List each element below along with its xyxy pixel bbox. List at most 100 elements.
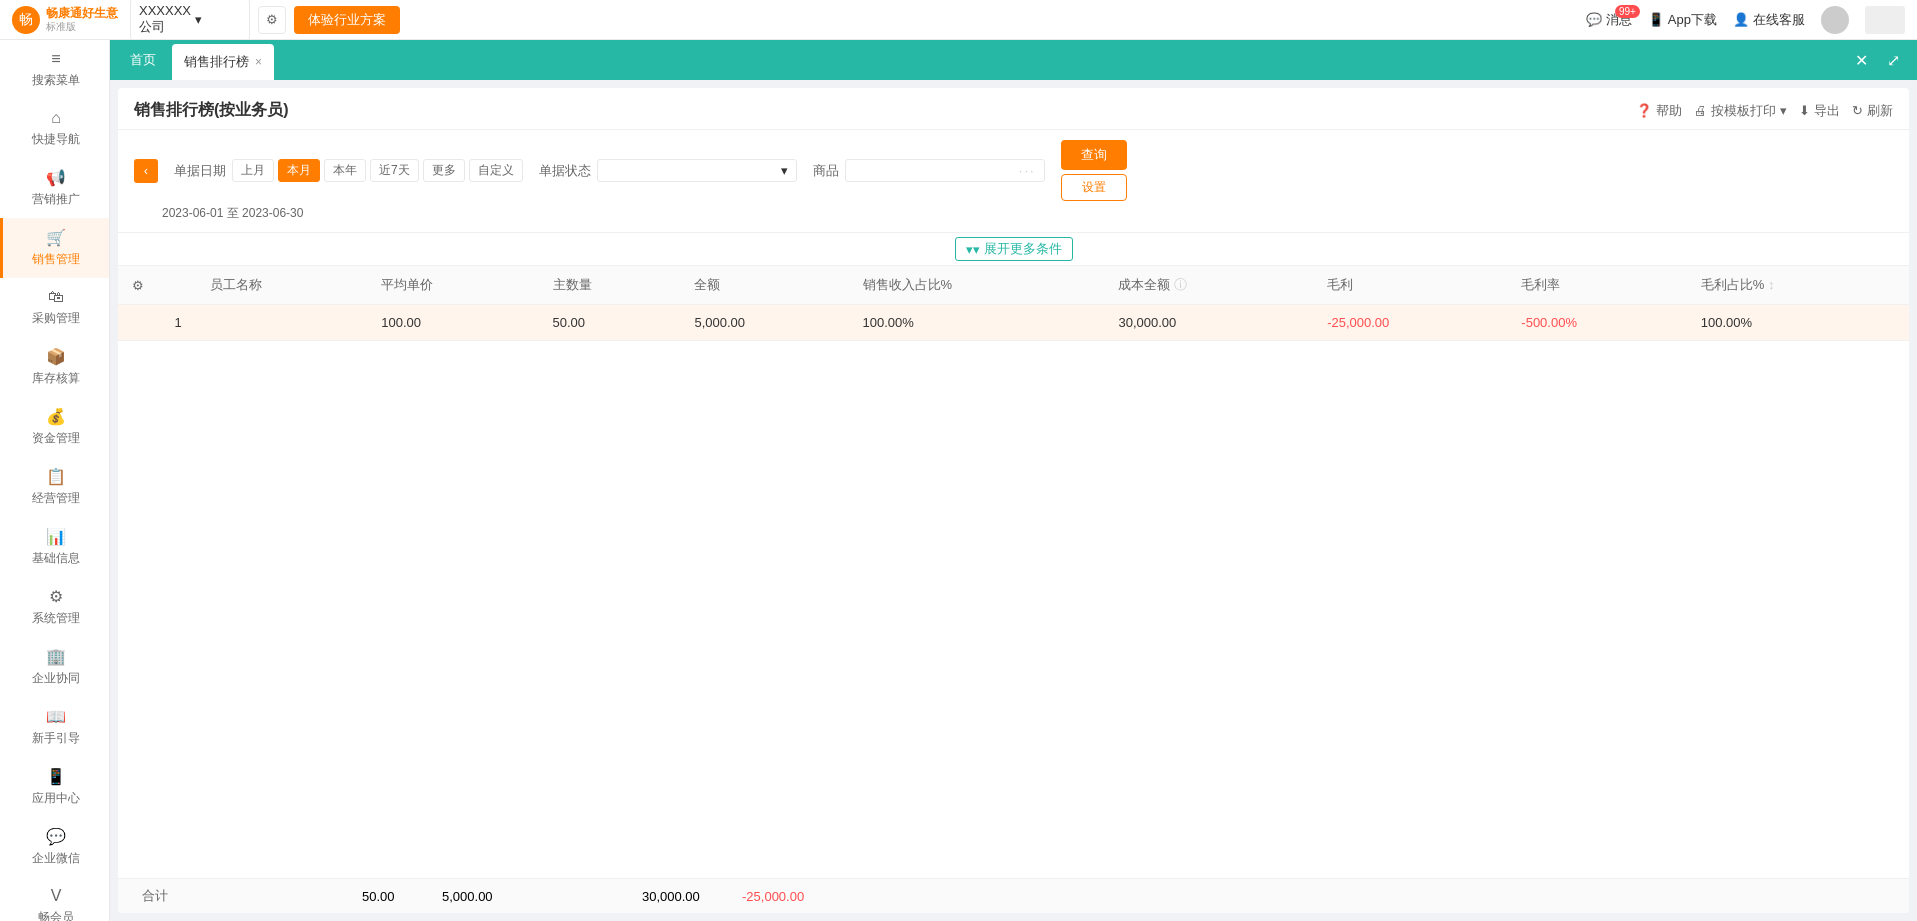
tab-bar-right: ✕ ⤢ [1849, 48, 1913, 72]
sidebar-label: 销售管理 [32, 251, 80, 268]
online-service-button[interactable]: 👤 在线客服 [1733, 11, 1805, 29]
sidebar-item-sales[interactable]: 🛒 销售管理 [0, 218, 109, 278]
message-button[interactable]: 💬 消息 99+ [1586, 11, 1632, 29]
logo-icon: 畅 [12, 6, 40, 34]
filter-collapse-button[interactable]: ‹ [134, 159, 158, 183]
app-center-icon: 📱 [46, 767, 66, 786]
date-custom-button[interactable]: 自定义 [469, 159, 523, 182]
tab-active[interactable]: 销售排行榜 × [172, 44, 274, 80]
sidebar-item-app-center[interactable]: 📱 应用中心 [0, 757, 109, 817]
logo: 畅 畅康通好生意 标准版 [12, 6, 122, 34]
table-body: 1100.0050.005,000.00100.00%30,000.00-25,… [118, 305, 1909, 341]
date-last-7-days-button[interactable]: 近7天 [370, 159, 419, 182]
col-cost: 成本全额 ⓘ [1106, 266, 1315, 305]
tab-active-label: 销售排行榜 [184, 53, 249, 71]
basic-info-icon: 📊 [46, 527, 66, 546]
date-this-year-button[interactable]: 本年 [324, 159, 366, 182]
date-this-month-button[interactable]: 本月 [278, 159, 320, 182]
gear-icon: ⚙ [266, 12, 278, 27]
table-wrap: ⚙ 员工名称 平均单价 主数量 全额 销售收入占比% 成本全额 ⓘ 毛利 [118, 266, 1909, 878]
sidebar-label: 快捷导航 [32, 131, 80, 148]
date-range-display: 2023-06-01 至 2023-06-30 [134, 201, 1893, 222]
sidebar-item-search-order[interactable]: ≡ 搜索菜单 [0, 40, 109, 99]
cell-rank: 1 [158, 305, 198, 341]
footer-total-label: 合计 [130, 887, 350, 905]
sidebar-item-inventory[interactable]: 📦 库存核算 [0, 337, 109, 397]
export-icon: ⬇ [1799, 103, 1810, 118]
col-settings[interactable]: ⚙ [118, 266, 158, 305]
sidebar-label: 企业协同 [32, 670, 80, 687]
date-last-month-button[interactable]: 上月 [232, 159, 274, 182]
goods-input[interactable]: ··· [845, 159, 1045, 182]
sidebar-label: 基础信息 [32, 550, 80, 567]
footer-total: 5,000.00 [430, 889, 530, 904]
page-title: 销售排行榜(按业务员) [134, 100, 289, 121]
date-more-button[interactable]: 更多 [423, 159, 465, 182]
cell-gross-pct: 100.00% [1689, 305, 1909, 341]
sidebar-item-finance[interactable]: 💰 资金管理 [0, 397, 109, 457]
table-row: 1100.0050.005,000.00100.00%30,000.00-25,… [118, 305, 1909, 341]
app-download-button[interactable]: 📱 App下载 [1648, 11, 1717, 29]
trial-button[interactable]: 体验行业方案 [294, 6, 400, 34]
goods-filter-item: 商品 ··· [813, 159, 1045, 182]
export-button[interactable]: ⬇ 导出 [1799, 102, 1840, 120]
tab-home[interactable]: 首页 [114, 40, 172, 80]
sidebar-item-wechat[interactable]: 💬 企业微信 [0, 817, 109, 877]
refresh-label: 刷新 [1867, 102, 1893, 120]
company-selector[interactable]: XXXXXX公司 [130, 0, 250, 41]
sidebar-label: 采购管理 [32, 310, 80, 327]
cell-total: 5,000.00 [682, 305, 850, 341]
page-content: 销售排行榜(按业务员) ❓ 帮助 🖨 按模板打印 ⬇ 导出 [118, 88, 1909, 913]
cell-name [198, 305, 369, 341]
filter-settings-button[interactable]: 设置 [1061, 174, 1127, 201]
sidebar-item-enterprise[interactable]: 🏢 企业协同 [0, 637, 109, 697]
settings-button[interactable]: ⚙ [258, 6, 286, 34]
footer-qty: 50.00 [350, 889, 430, 904]
refresh-button[interactable]: ↻ 刷新 [1852, 102, 1893, 120]
sales-icon: 🛒 [46, 228, 66, 247]
gross-pct-info-icon[interactable]: ↕ [1768, 277, 1775, 292]
top-bar: 畅 畅康通好生意 标准版 XXXXXX公司 ⚙ 体验行业方案 💬 消息 99+ … [0, 0, 1917, 40]
page-actions: ❓ 帮助 🖨 按模板打印 ⬇ 导出 ↻ 刷新 [1636, 102, 1893, 120]
cell-cost: 30,000.00 [1106, 305, 1315, 341]
expand-more-section: ▾ 展开更多条件 [118, 233, 1909, 266]
sidebar-label: 系统管理 [32, 610, 80, 627]
sales-table: ⚙ 员工名称 平均单价 主数量 全额 销售收入占比% 成本全额 ⓘ 毛利 [118, 266, 1909, 341]
sidebar-label: 应用中心 [32, 790, 80, 807]
sidebar-item-member[interactable]: V 畅会员 [0, 877, 109, 921]
status-select[interactable] [597, 159, 797, 182]
footer-gross: -25,000.00 [730, 889, 830, 904]
home-icon: ⌂ [51, 109, 61, 127]
help-label: 帮助 [1656, 102, 1682, 120]
col-gross: 毛利 [1315, 266, 1509, 305]
col-qty: 主数量 [541, 266, 683, 305]
close-window-button[interactable]: ✕ [1849, 48, 1873, 72]
date-filter-label: 单据日期 [174, 162, 226, 180]
more-icon[interactable]: ··· [1019, 163, 1036, 178]
sidebar-label: 库存核算 [32, 370, 80, 387]
cost-info-icon[interactable]: ⓘ [1174, 277, 1187, 292]
sidebar-item-system[interactable]: ⚙ 系统管理 [0, 577, 109, 637]
sidebar-item-operations[interactable]: 📋 经营管理 [0, 457, 109, 517]
service-label: 在线客服 [1753, 11, 1805, 29]
tab-close-button[interactable]: × [255, 55, 262, 69]
sidebar-item-basic-info[interactable]: 📊 基础信息 [0, 517, 109, 577]
sidebar-item-quick-nav[interactable]: ⌂ 快捷导航 [0, 99, 109, 158]
maximize-button[interactable]: ⤢ [1881, 48, 1905, 72]
sidebar-item-purchase[interactable]: 🛍 采购管理 [0, 278, 109, 337]
query-button[interactable]: 查询 [1061, 140, 1127, 170]
help-button[interactable]: ❓ 帮助 [1636, 102, 1682, 120]
sidebar-label: 畅会员 [38, 909, 74, 921]
avatar[interactable] [1821, 6, 1849, 34]
sidebar-item-marketing[interactable]: 📢 营销推广 [0, 158, 109, 218]
sidebar-item-guide[interactable]: 📖 新手引导 [0, 697, 109, 757]
expand-more-button[interactable]: ▾ 展开更多条件 [955, 237, 1073, 261]
finance-icon: 💰 [46, 407, 66, 426]
cell-gross-rate: -500.00% [1509, 305, 1688, 341]
col-gross-rate: 毛利率 [1509, 266, 1688, 305]
logo-text: 畅康通好生意 标准版 [46, 6, 118, 32]
app-label: App下载 [1668, 11, 1717, 29]
search-icon: ≡ [51, 50, 60, 68]
print-button[interactable]: 🖨 按模板打印 [1694, 102, 1787, 120]
operations-icon: 📋 [46, 467, 66, 486]
